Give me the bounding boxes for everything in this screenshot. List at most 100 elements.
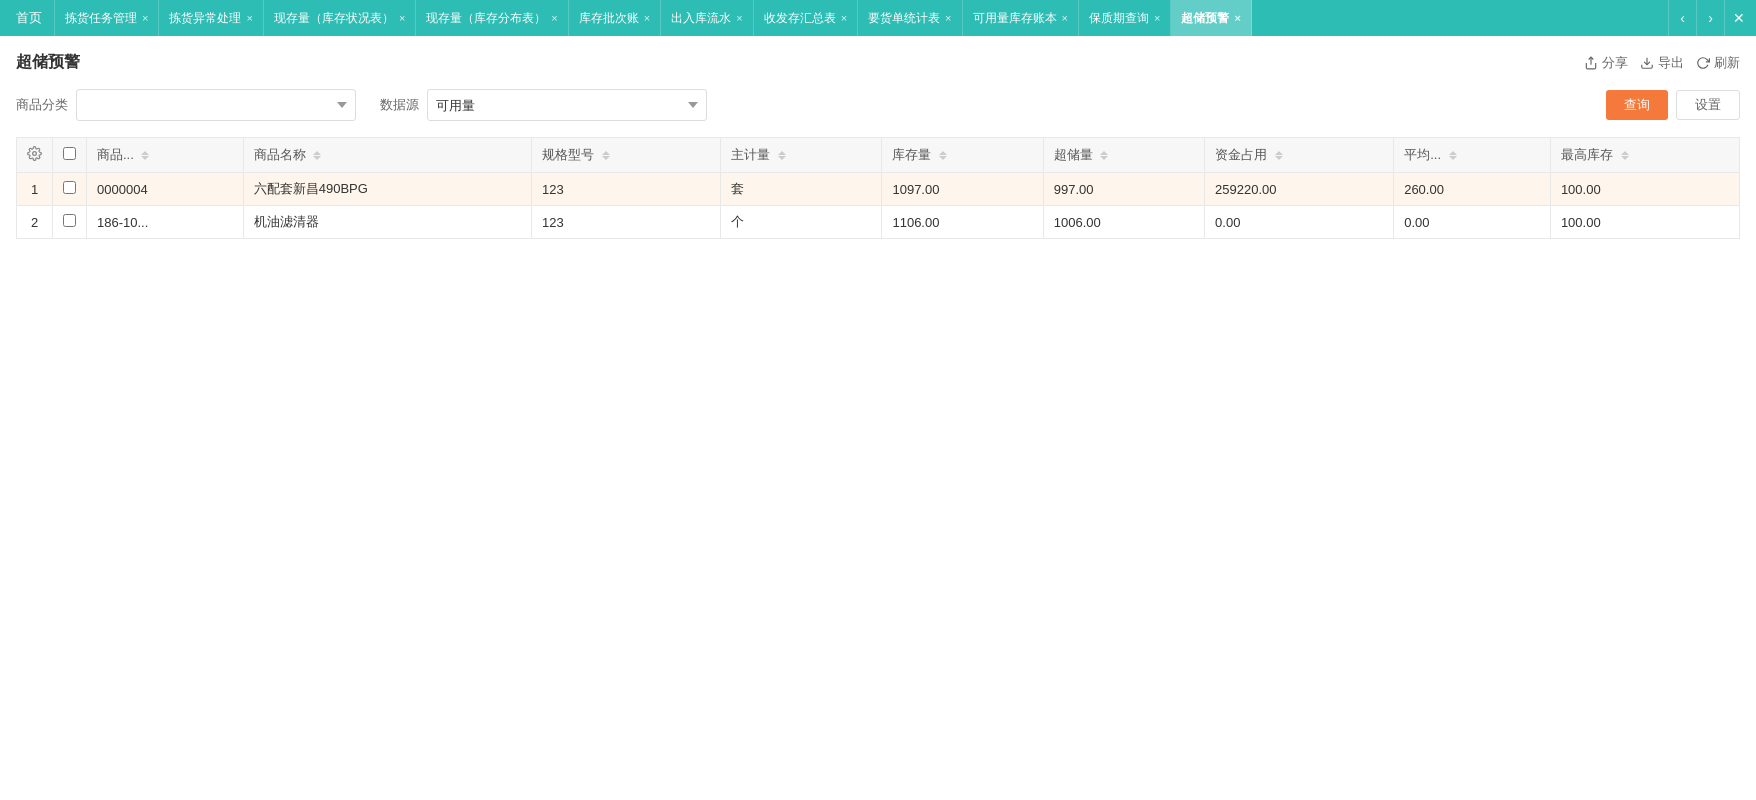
table-header-spec[interactable]: 规格型号	[532, 138, 721, 173]
nav-tab-close-8[interactable]: ×	[1062, 12, 1068, 24]
page-title: 超储预警	[16, 52, 80, 73]
col-name-label: 商品名称	[254, 147, 306, 162]
nav-tab-2[interactable]: 现存量（库存状况表）×	[264, 0, 416, 36]
sort-icon-capital	[1275, 151, 1283, 160]
nav-tab-close-7[interactable]: ×	[945, 12, 951, 24]
export-action[interactable]: 导出	[1640, 54, 1684, 72]
row-name-1: 机油滤清器	[243, 206, 531, 239]
nav-tab-close-3[interactable]: ×	[551, 12, 557, 24]
row-num-1: 2	[17, 206, 53, 239]
row-overstock-0: 997.00	[1043, 173, 1204, 206]
sort-icon-maxstock	[1621, 151, 1629, 160]
nav-arrow-group: ‹ › ✕	[1668, 0, 1752, 36]
nav-tab-10[interactable]: 超储预警×	[1171, 0, 1251, 36]
sort-icon-overstock	[1100, 151, 1108, 160]
table-header-maxstock[interactable]: 最高库存	[1550, 138, 1739, 173]
select-all-checkbox[interactable]	[63, 147, 76, 160]
nav-close-all-btn[interactable]: ✕	[1724, 0, 1752, 36]
nav-tab-4[interactable]: 库存批次账×	[569, 0, 661, 36]
table-header-name[interactable]: 商品名称	[243, 138, 531, 173]
data-table: 商品... 商品名称 规格型号 主计量 库存量	[16, 137, 1740, 239]
table-header-settings[interactable]	[17, 138, 53, 173]
col-avg-label: 平均...	[1404, 147, 1441, 162]
nav-tab-close-5[interactable]: ×	[736, 12, 742, 24]
filter-row: 商品分类 数据源 可用量 查询 设置	[16, 89, 1740, 121]
nav-tab-close-2[interactable]: ×	[399, 12, 405, 24]
row-spec-1: 123	[532, 206, 721, 239]
page-header: 超储预警 分享 导出 刷新	[16, 52, 1740, 73]
datasource-label: 数据源	[380, 96, 419, 114]
table-row: 1 0000004 六配套新昌490BPG 123 套 1097.00 997.…	[17, 173, 1740, 206]
row-checkbox-input-1[interactable]	[63, 214, 76, 227]
sort-icon-stock	[939, 151, 947, 160]
row-unit-0: 套	[721, 173, 882, 206]
nav-tab-close-4[interactable]: ×	[644, 12, 650, 24]
table-header-unit[interactable]: 主计量	[721, 138, 882, 173]
row-num-0: 1	[17, 173, 53, 206]
share-action[interactable]: 分享	[1584, 54, 1628, 72]
nav-home[interactable]: 首页	[4, 0, 55, 36]
col-unit-label: 主计量	[731, 147, 770, 162]
col-capital-label: 资金占用	[1215, 147, 1267, 162]
top-navigation: 首页 拣货任务管理×拣货异常处理×现存量（库存状况表）×现存量（库存分布表）×库…	[0, 0, 1756, 36]
sort-icon-spec	[602, 151, 610, 160]
table-header-overstock[interactable]: 超储量	[1043, 138, 1204, 173]
table-header-capital[interactable]: 资金占用	[1205, 138, 1394, 173]
table-header-checkbox[interactable]	[53, 138, 87, 173]
table-header-code[interactable]: 商品...	[87, 138, 244, 173]
row-capital-0: 259220.00	[1205, 173, 1394, 206]
datasource-filter-group: 数据源 可用量	[380, 89, 707, 121]
filter-actions: 查询 设置	[1606, 90, 1740, 120]
table-header-avg[interactable]: 平均...	[1394, 138, 1551, 173]
nav-tab-8[interactable]: 可用量库存账本×	[963, 0, 1079, 36]
nav-tab-6[interactable]: 收发存汇总表×	[754, 0, 858, 36]
table-header-row: 商品... 商品名称 规格型号 主计量 库存量	[17, 138, 1740, 173]
row-checkbox-input-0[interactable]	[63, 181, 76, 194]
row-code-1: 186-10...	[87, 206, 244, 239]
row-stock-0: 1097.00	[882, 173, 1043, 206]
row-checkbox-0[interactable]	[53, 173, 87, 206]
share-label: 分享	[1602, 54, 1628, 72]
nav-tab-9[interactable]: 保质期查询×	[1079, 0, 1171, 36]
settings-button[interactable]: 设置	[1676, 90, 1740, 120]
nav-next-btn[interactable]: ›	[1696, 0, 1724, 36]
nav-tab-1[interactable]: 拣货异常处理×	[159, 0, 263, 36]
nav-tab-5[interactable]: 出入库流水×	[661, 0, 753, 36]
nav-tab-close-9[interactable]: ×	[1154, 12, 1160, 24]
category-select[interactable]	[76, 89, 356, 121]
nav-tab-close-10[interactable]: ×	[1234, 12, 1240, 24]
datasource-select[interactable]: 可用量	[427, 89, 707, 121]
row-stock-1: 1106.00	[882, 206, 1043, 239]
refresh-action[interactable]: 刷新	[1696, 54, 1740, 72]
sort-icon-code	[141, 151, 149, 160]
col-spec-label: 规格型号	[542, 147, 594, 162]
row-code-0: 0000004	[87, 173, 244, 206]
nav-tab-close-0[interactable]: ×	[142, 12, 148, 24]
row-overstock-1: 1006.00	[1043, 206, 1204, 239]
row-capital-1: 0.00	[1205, 206, 1394, 239]
nav-tab-0[interactable]: 拣货任务管理×	[55, 0, 159, 36]
nav-tab-3[interactable]: 现存量（库存分布表）×	[416, 0, 568, 36]
sort-icon-avg	[1449, 151, 1457, 160]
category-label: 商品分类	[16, 96, 68, 114]
nav-tabs: 拣货任务管理×拣货异常处理×现存量（库存状况表）×现存量（库存分布表）×库存批次…	[55, 0, 1252, 36]
nav-tab-7[interactable]: 要货单统计表×	[858, 0, 962, 36]
export-label: 导出	[1658, 54, 1684, 72]
export-icon	[1640, 56, 1654, 70]
category-filter-group: 商品分类	[16, 89, 356, 121]
sort-icon-name	[313, 151, 321, 160]
refresh-label: 刷新	[1714, 54, 1740, 72]
table-row: 2 186-10... 机油滤清器 123 个 1106.00 1006.00 …	[17, 206, 1740, 239]
nav-tab-close-6[interactable]: ×	[841, 12, 847, 24]
table-header-stock[interactable]: 库存量	[882, 138, 1043, 173]
sort-icon-unit	[778, 151, 786, 160]
table-body: 1 0000004 六配套新昌490BPG 123 套 1097.00 997.…	[17, 173, 1740, 239]
row-checkbox-1[interactable]	[53, 206, 87, 239]
nav-prev-btn[interactable]: ‹	[1668, 0, 1696, 36]
svg-point-2	[33, 152, 37, 156]
nav-tab-close-1[interactable]: ×	[246, 12, 252, 24]
col-overstock-label: 超储量	[1054, 147, 1093, 162]
header-actions: 分享 导出 刷新	[1584, 54, 1740, 72]
query-button[interactable]: 查询	[1606, 90, 1668, 120]
row-spec-0: 123	[532, 173, 721, 206]
